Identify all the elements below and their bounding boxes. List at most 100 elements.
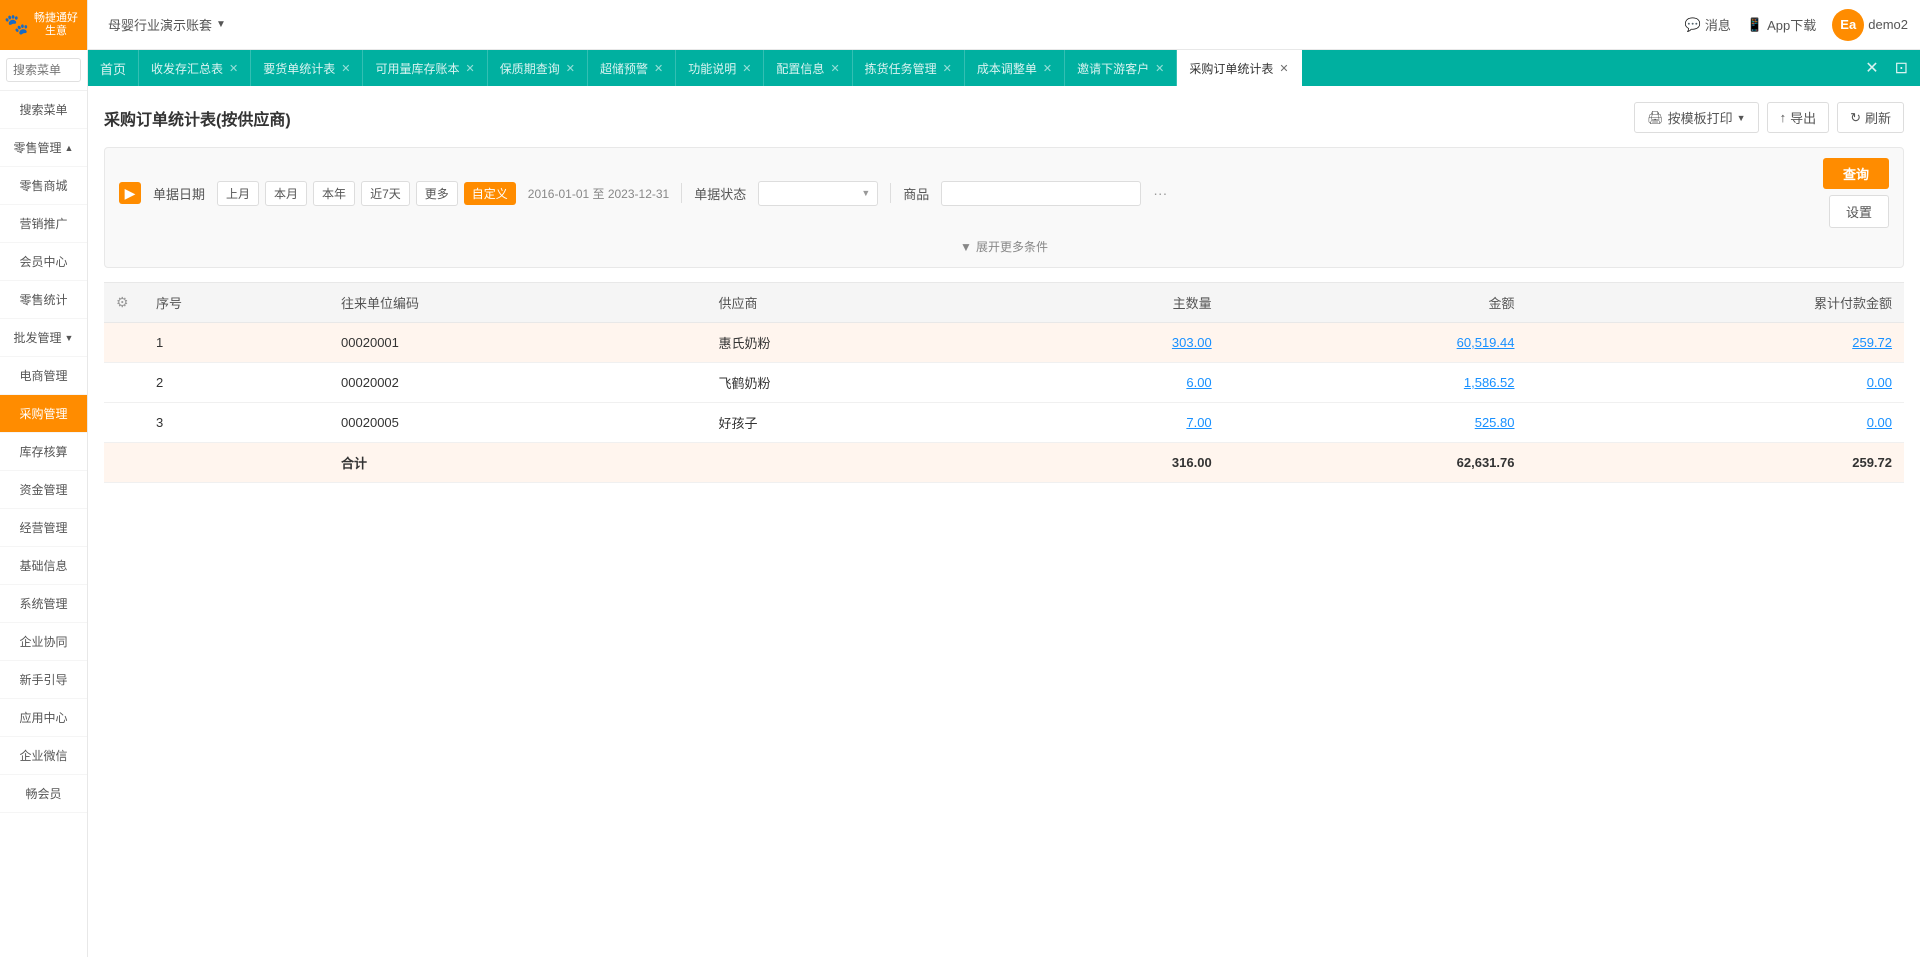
sidebar-item-member2[interactable]: 畅会员: [0, 775, 87, 813]
tab-close-icon[interactable]: ✕: [943, 62, 952, 75]
tab-expiry-query[interactable]: 保质期查询 ✕: [488, 50, 588, 86]
goods-input-more-icon[interactable]: ···: [1153, 185, 1167, 201]
tab-close-window-icon[interactable]: ✕: [1861, 56, 1882, 80]
query-button[interactable]: 查询: [1823, 158, 1889, 189]
sidebar-item-member[interactable]: 会员中心: [0, 243, 87, 281]
sidebar-item-ecommerce[interactable]: 电商管理: [0, 357, 87, 395]
account-label: 母婴行业演示账套: [108, 15, 212, 34]
tab-config-info[interactable]: 配置信息 ✕: [764, 50, 852, 86]
sidebar-item-inventory[interactable]: 库存核算: [0, 433, 87, 471]
tab-close-icon[interactable]: ✕: [566, 62, 575, 75]
date-this-year-button[interactable]: 本年: [313, 181, 355, 206]
topbar-left: 母婴行业演示账套 ▼: [100, 11, 234, 38]
tab-home[interactable]: 首页: [88, 50, 139, 86]
row-settings-cell: [104, 363, 144, 403]
sidebar-item-enterprise[interactable]: 企业协同: [0, 623, 87, 661]
filter-row-1: ▶ 单据日期 上月 本月 本年 近7天 更多 自定义 2016-01-01 至 …: [119, 158, 1889, 228]
template-print-button[interactable]: 🖨 按模板打印 ▼: [1634, 102, 1758, 133]
user-profile[interactable]: Ea demo2: [1832, 9, 1908, 41]
sidebar-item-basic[interactable]: 基础信息: [0, 547, 87, 585]
tab-overstock-warning[interactable]: 超储预警 ✕: [588, 50, 676, 86]
arrow-up-icon: ▲: [65, 143, 74, 153]
footer-no-cell: [144, 443, 329, 483]
table-footer-row: 合计 316.00 62,631.76 259.72: [104, 443, 1904, 483]
date-last-7days-button[interactable]: 近7天: [361, 181, 410, 206]
export-icon: ↑: [1780, 110, 1787, 125]
date-custom-badge[interactable]: 自定义: [464, 182, 516, 205]
sidebar-item-retail-mall[interactable]: 零售商城: [0, 167, 87, 205]
date-filter-label: 单据日期: [153, 184, 205, 203]
sidebar-item-retail[interactable]: 零售管理 ▲: [0, 129, 87, 167]
filter-toggle-button[interactable]: ▶: [119, 182, 141, 204]
tab-bar-actions: ✕ ⊡: [1853, 56, 1920, 80]
expand-more-button[interactable]: ▼ 展开更多条件: [952, 236, 1056, 257]
row-settings-cell: [104, 403, 144, 443]
table-header-row: ⚙ 序号 往来单位编码 供应商 主数量 金额 累计付款金额: [104, 283, 1904, 323]
sidebar-item-app-center[interactable]: 应用中心: [0, 699, 87, 737]
sidebar-item-purchase[interactable]: 采购管理: [0, 395, 87, 433]
sidebar-item-label: 资金管理: [19, 481, 67, 498]
settings-button[interactable]: 设置: [1829, 195, 1889, 228]
filter-divider2: [890, 183, 891, 203]
tab-purchase-summary[interactable]: 采购订单统计表 ✕: [1177, 50, 1301, 86]
sidebar-item-label: 基础信息: [19, 557, 67, 574]
tab-close-icon[interactable]: ✕: [654, 62, 663, 75]
tab-close-icon[interactable]: ✕: [466, 62, 475, 75]
tab-close-icon[interactable]: ✕: [830, 62, 839, 75]
row-supplier-cell: 好孩子: [707, 403, 988, 443]
sidebar-item-batch[interactable]: 批发管理 ▼: [0, 319, 87, 357]
sidebar-item-label: 企业协同: [19, 633, 67, 650]
tab-invite-downstream[interactable]: 邀请下游客户 ✕: [1065, 50, 1177, 86]
row-main-qty-cell: 6.00: [988, 363, 1224, 403]
tab-close-icon[interactable]: ✕: [1155, 62, 1164, 75]
footer-paid-amount-cell: 259.72: [1526, 443, 1904, 483]
sidebar-item-label: 企业微信: [19, 747, 67, 764]
table-header-supplier: 供应商: [707, 283, 988, 323]
row-paid-amount-cell: 0.00: [1526, 403, 1904, 443]
status-select[interactable]: [758, 181, 878, 206]
message-button[interactable]: 💬 消息: [1685, 15, 1731, 34]
search-input[interactable]: [6, 58, 81, 82]
tab-cost-adjust[interactable]: 成本调整单 ✕: [965, 50, 1065, 86]
sidebar-item-retail-stat[interactable]: 零售统计: [0, 281, 87, 319]
sidebar-item-label: 系统管理: [19, 595, 67, 612]
tab-available-inventory[interactable]: 可用量库存账本 ✕: [363, 50, 487, 86]
tab-pick-task[interactable]: 拣货任务管理 ✕: [853, 50, 965, 86]
dropdown-arrow-icon: ▼: [216, 19, 226, 30]
table-row: 2 00020002 飞鹤奶粉 6.00 1,586.52 0.00: [104, 363, 1904, 403]
tab-close-icon[interactable]: ✕: [1279, 62, 1288, 75]
tab-label: 收发存汇总表: [151, 60, 223, 77]
data-table: ⚙ 序号 往来单位编码 供应商 主数量 金额 累计付款金额 1 00020001…: [104, 282, 1904, 483]
date-this-month-button[interactable]: 本月: [265, 181, 307, 206]
tab-close-icon[interactable]: ✕: [742, 62, 751, 75]
tab-maximize-icon[interactable]: ⊡: [1891, 56, 1912, 80]
refresh-button[interactable]: ↻ 刷新: [1837, 102, 1904, 133]
tab-close-icon[interactable]: ✕: [341, 62, 350, 75]
tab-close-icon[interactable]: ✕: [229, 62, 238, 75]
date-last-month-button[interactable]: 上月: [217, 181, 259, 206]
sidebar-item-system[interactable]: 系统管理: [0, 585, 87, 623]
row-settings-cell: [104, 323, 144, 363]
row-no-cell: 2: [144, 363, 329, 403]
avatar: Ea: [1832, 9, 1864, 41]
sidebar-item-marketing[interactable]: 营销推广: [0, 205, 87, 243]
gear-icon[interactable]: ⚙: [116, 294, 129, 310]
date-more-button[interactable]: 更多: [416, 181, 458, 206]
sidebar-item-shortcut[interactable]: 搜索菜单: [0, 91, 87, 129]
sidebar-item-operation[interactable]: 经营管理: [0, 509, 87, 547]
page-content: 采购订单统计表(按供应商) 🖨 按模板打印 ▼ ↑ 导出 ↻ 刷新: [88, 86, 1920, 957]
date-quick-options: 上月 本月 本年 近7天 更多 自定义: [217, 181, 516, 206]
goods-input[interactable]: [941, 181, 1141, 206]
table-row: 1 00020001 惠氏奶粉 303.00 60,519.44 259.72: [104, 323, 1904, 363]
sidebar-item-finance[interactable]: 资金管理: [0, 471, 87, 509]
tab-order-summary[interactable]: 要货单统计表 ✕: [251, 50, 363, 86]
export-button[interactable]: ↑ 导出: [1767, 102, 1830, 133]
tab-function-desc[interactable]: 功能说明 ✕: [676, 50, 764, 86]
account-dropdown[interactable]: 母婴行业演示账套 ▼: [100, 11, 234, 38]
sidebar-item-new-guide[interactable]: 新手引导: [0, 661, 87, 699]
app-download-button[interactable]: 📱 App下载: [1747, 15, 1816, 34]
filter-row-2: ▼ 展开更多条件: [119, 236, 1889, 257]
sidebar-item-enterprise-wechat[interactable]: 企业微信: [0, 737, 87, 775]
tab-close-icon[interactable]: ✕: [1043, 62, 1052, 75]
tab-receive-summary[interactable]: 收发存汇总表 ✕: [139, 50, 251, 86]
